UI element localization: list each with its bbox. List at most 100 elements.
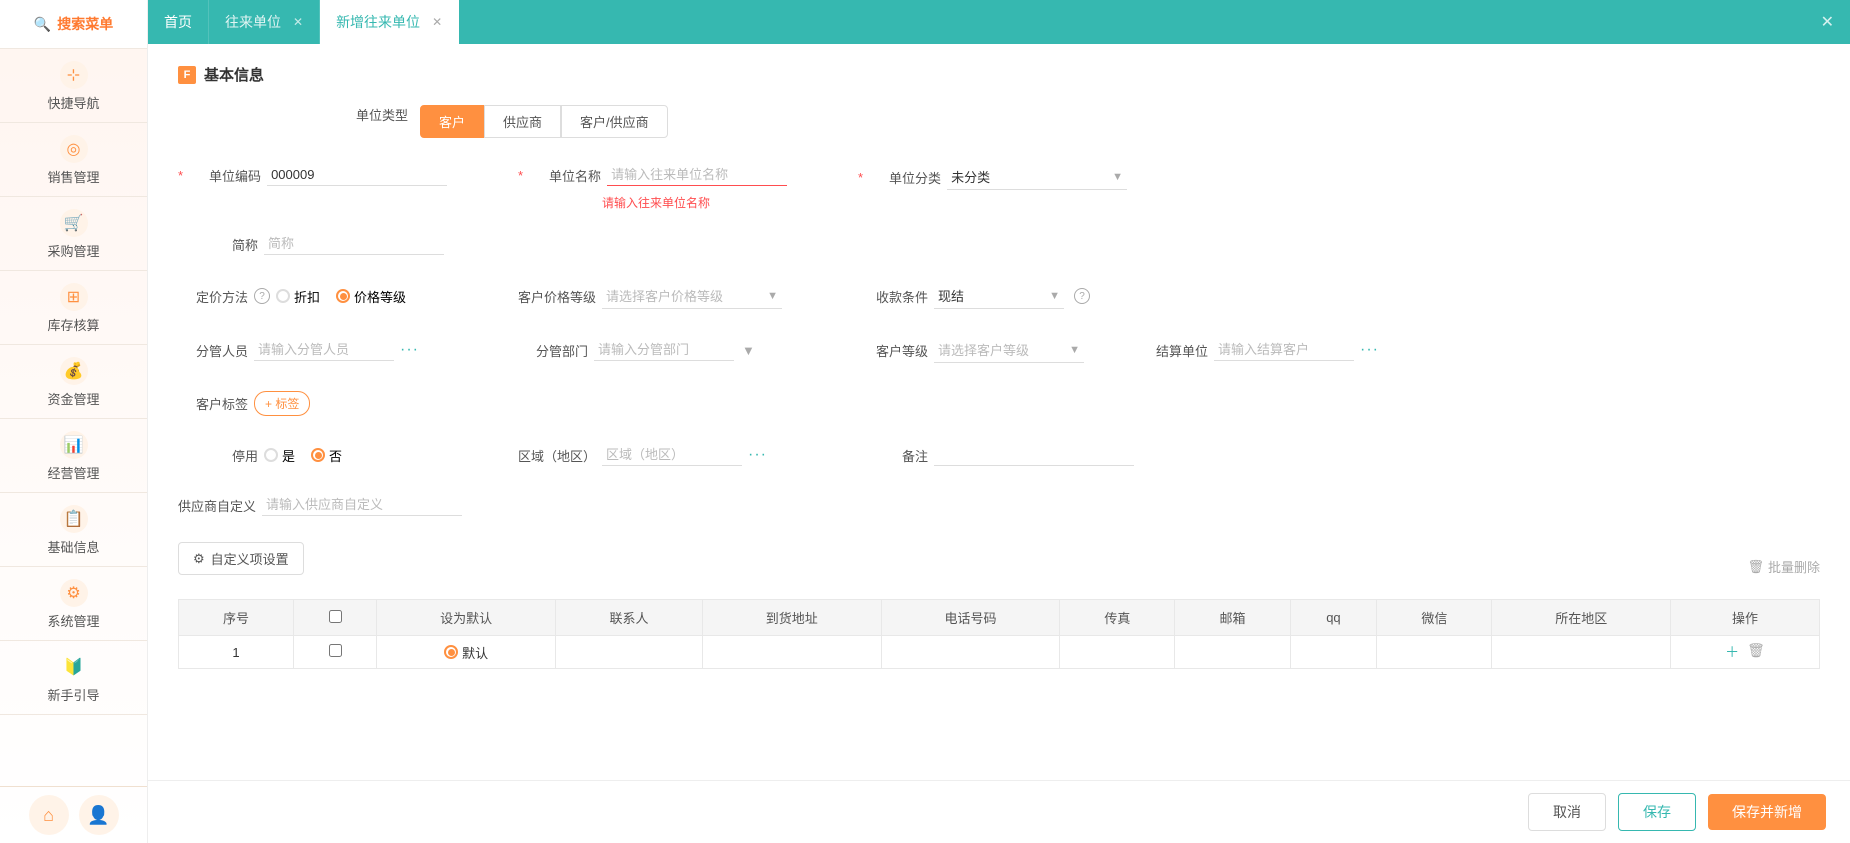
unit-type-both-btn[interactable]: 客户/供应商: [561, 105, 668, 138]
unit-category-select[interactable]: 未分类 ▼: [947, 164, 1127, 190]
tab-new-partner-close[interactable]: ✕: [432, 15, 442, 29]
default-label: 默认: [462, 643, 488, 662]
unit-name-input[interactable]: [607, 164, 787, 186]
remark-label: 备注: [858, 446, 928, 465]
sidebar-item-purchase[interactable]: 🛒 采购管理: [0, 197, 147, 271]
unit-type-supplier-btn[interactable]: 供应商: [484, 105, 561, 138]
save-button[interactable]: 保存: [1618, 793, 1696, 831]
disabled-no-circle: [311, 448, 325, 462]
manager-more-icon[interactable]: ···: [400, 341, 419, 359]
region-input[interactable]: [602, 444, 742, 466]
tabbar: 首页 往来单位 ✕ 新增往来单位 ✕ ✕: [148, 0, 1850, 44]
remark-input[interactable]: [934, 444, 1134, 466]
add-tag-button[interactable]: + 标签: [254, 391, 310, 416]
row-add-btn[interactable]: ＋: [1725, 642, 1739, 662]
sidebar-search[interactable]: 🔍 搜索菜单: [0, 0, 147, 49]
manager-input[interactable]: [254, 339, 394, 361]
custom-settings-button[interactable]: ⚙ 自定义项设置: [178, 542, 304, 575]
sidebar-item-label: 库存核算: [47, 315, 99, 334]
disabled-yes-label: 是: [282, 446, 295, 465]
customer-level-select[interactable]: 请选择客户等级 ▼: [934, 337, 1084, 363]
purchase-icon: 🛒: [60, 209, 88, 237]
sidebar-item-system[interactable]: ⚙ 系统管理: [0, 567, 147, 641]
sidebar-home-btn[interactable]: ⌂: [29, 795, 69, 835]
guide-icon: 🔰: [60, 653, 88, 681]
settlement-input[interactable]: [1214, 339, 1354, 361]
sidebar-item-sales[interactable]: ◎ 销售管理: [0, 123, 147, 197]
sidebar-item-operations[interactable]: 📊 经营管理: [0, 419, 147, 493]
save-and-add-button[interactable]: 保存并新增: [1708, 794, 1826, 830]
table-row: 1 默认: [179, 636, 1820, 669]
tab-partner-close[interactable]: ✕: [293, 15, 303, 29]
tab-partner[interactable]: 往来单位 ✕: [209, 0, 320, 44]
short-name-input[interactable]: [264, 233, 444, 255]
row-select-checkbox[interactable]: [329, 644, 342, 657]
col-default: 设为默认: [377, 600, 556, 636]
pricing-radio-discount[interactable]: 折扣: [276, 287, 320, 306]
close-all-tabs[interactable]: ✕: [1805, 12, 1850, 32]
disabled-row: 停用 是 否 区域（地区）: [178, 438, 1820, 472]
tab-home[interactable]: 首页: [148, 0, 209, 44]
supplier-custom-group: 供应商自定义: [178, 488, 578, 522]
row-phone: [881, 636, 1060, 669]
col-address: 到货地址: [702, 600, 881, 636]
level-radio-dot: [340, 293, 347, 300]
select-all-checkbox[interactable]: [329, 610, 342, 623]
short-name-group: 简称: [178, 227, 518, 261]
supplier-custom-input[interactable]: [262, 494, 462, 516]
unit-type-customer-btn[interactable]: 客户: [420, 105, 484, 138]
disabled-yes[interactable]: 是: [264, 446, 295, 465]
manager-label: 分管人员: [178, 341, 248, 360]
pricing-label: 定价方法: [178, 287, 248, 306]
unit-name-label: 单位名称: [531, 166, 601, 185]
sidebar-item-label: 新手引导: [47, 685, 99, 704]
supplier-custom-row: 供应商自定义: [178, 488, 1820, 522]
region-more-icon[interactable]: ···: [748, 446, 767, 464]
batch-delete-label: 批量删除: [1768, 557, 1820, 576]
sidebar-user-btn[interactable]: 👤: [79, 795, 119, 835]
sidebar-item-inventory[interactable]: ⊞ 库存核算: [0, 271, 147, 345]
settlement-more-icon[interactable]: ···: [1360, 341, 1379, 359]
sales-icon: ◎: [60, 135, 88, 163]
customer-level-group: 客户等级 请选择客户等级 ▼: [858, 331, 1138, 369]
batch-delete-btn[interactable]: 🗑 批量删除: [1747, 557, 1820, 576]
payment-help-icon[interactable]: ?: [1074, 288, 1090, 304]
unit-code-label: 单位编码: [191, 166, 261, 185]
default-radio[interactable]: [444, 645, 458, 659]
row-wechat: [1377, 636, 1492, 669]
pricing-help-icon[interactable]: ?: [254, 288, 270, 304]
tag-label: 客户标签: [178, 394, 248, 413]
customer-price-group: 客户价格等级 请选择客户价格等级 ▼: [518, 277, 858, 315]
cancel-button[interactable]: 取消: [1528, 793, 1606, 831]
inventory-icon: ⊞: [60, 283, 88, 311]
department-input[interactable]: [594, 339, 734, 361]
code-required-star: *: [178, 168, 183, 183]
row-region: [1492, 636, 1671, 669]
cat-required-star: *: [858, 170, 863, 185]
col-phone: 电话号码: [881, 600, 1060, 636]
disabled-label: 停用: [188, 446, 258, 465]
unit-code-input[interactable]: [267, 164, 447, 186]
sidebar-item-finance[interactable]: 💰 资金管理: [0, 345, 147, 419]
tab-new-partner[interactable]: 新增往来单位 ✕: [320, 0, 459, 44]
row-contact: [556, 636, 703, 669]
customer-price-arrow: ▼: [767, 290, 778, 302]
category-dropdown-icon: ▼: [1112, 171, 1123, 183]
disabled-no-label: 否: [329, 446, 342, 465]
sidebar-item-basic-info[interactable]: 📋 基础信息: [0, 493, 147, 567]
basic-info-icon: 📋: [60, 505, 88, 533]
sidebar-item-guide[interactable]: 🔰 新手引导: [0, 641, 147, 715]
pricing-radio-level[interactable]: 价格等级: [336, 287, 406, 306]
department-label: 分管部门: [518, 341, 588, 360]
disabled-no[interactable]: 否: [311, 446, 342, 465]
tab-new-partner-label: 新增往来单位: [336, 12, 420, 32]
unit-category-label: 单位分类: [871, 168, 941, 187]
row-delete-btn[interactable]: 🗑: [1747, 642, 1765, 662]
manager-row: 分管人员 ··· 分管部门 ▼ 客户等级 请选择客户等级 ▼ 结算单位: [178, 331, 1820, 369]
payment-terms-group: 收款条件 现结 ▼ ?: [858, 277, 1820, 315]
row-email: [1175, 636, 1290, 669]
sidebar-item-quick-nav[interactable]: ⊹ 快捷导航: [0, 49, 147, 123]
payment-terms-select[interactable]: 现结 ▼: [934, 283, 1064, 309]
unit-category-group: * 单位分类 未分类 ▼: [858, 158, 1820, 196]
customer-price-select[interactable]: 请选择客户价格等级 ▼: [602, 283, 782, 309]
